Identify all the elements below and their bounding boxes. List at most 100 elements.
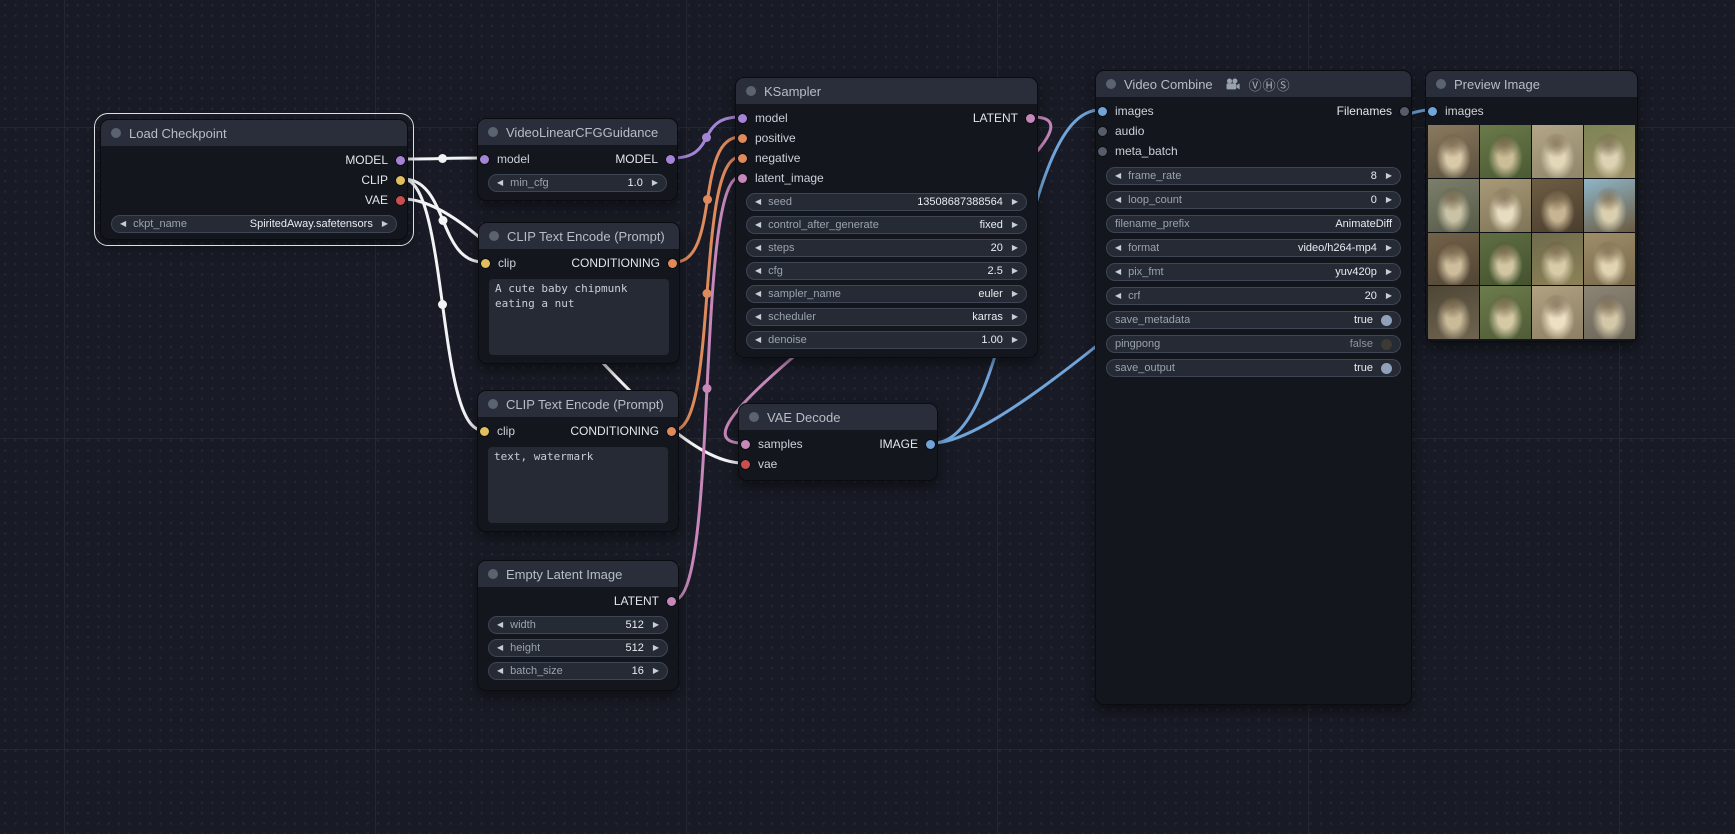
pix_fmt-widget[interactable]: ◀ pix_fmt yuv420p ▶	[1106, 263, 1401, 281]
decrement-arrow-icon[interactable]: ◀	[120, 220, 126, 228]
node-vae-decode[interactable]: VAE Decode samples IMAGE vae	[738, 403, 938, 481]
toggle-on-icon[interactable]	[1381, 362, 1392, 374]
increment-arrow-icon[interactable]: ▶	[653, 667, 659, 675]
collapse-dot-icon[interactable]	[1106, 79, 1116, 89]
decrement-arrow-icon[interactable]: ◀	[1115, 244, 1121, 252]
pingpong-widget[interactable]: pingpong false	[1106, 335, 1401, 353]
increment-arrow-icon[interactable]: ▶	[1386, 172, 1392, 180]
decrement-arrow-icon[interactable]: ◀	[1115, 292, 1121, 300]
decrement-arrow-icon[interactable]: ◀	[497, 667, 503, 675]
node-video-combine[interactable]: Video Combine ⓋⒽⓈ images Filenames audio meta…	[1095, 70, 1412, 705]
node-header[interactable]: CLIP Text Encode (Prompt)	[478, 391, 678, 417]
decrement-arrow-icon[interactable]: ◀	[1115, 196, 1121, 204]
node-header[interactable]: KSampler	[736, 78, 1037, 104]
frame_rate-widget[interactable]: ◀ frame_rate 8 ▶	[1106, 167, 1401, 185]
increment-arrow-icon[interactable]: ▶	[1012, 313, 1018, 321]
increment-arrow-icon[interactable]: ▶	[653, 644, 659, 652]
increment-arrow-icon[interactable]: ▶	[1012, 198, 1018, 206]
LATENT-output-port[interactable]	[1026, 113, 1035, 123]
increment-arrow-icon[interactable]: ▶	[1012, 244, 1018, 252]
node-empty-latent[interactable]: Empty Latent Image LATENT ◀ width 512 ▶ ◀ heigh…	[477, 560, 679, 691]
denoise-widget[interactable]: ◀ denoise 1.00 ▶	[746, 331, 1027, 349]
node-ksampler[interactable]: KSampler model LATENT positive negative laten…	[735, 77, 1038, 358]
crf-widget[interactable]: ◀ crf 20 ▶	[1106, 287, 1401, 305]
vae-input-port[interactable]	[741, 459, 750, 469]
increment-arrow-icon[interactable]: ▶	[1012, 336, 1018, 344]
LATENT-output-port[interactable]	[667, 596, 676, 606]
save_output-widget[interactable]: save_output true	[1106, 359, 1401, 377]
decrement-arrow-icon[interactable]: ◀	[1115, 268, 1121, 276]
node-video-cfg[interactable]: VideoLinearCFGGuidance model MODEL ◀ min_cfg…	[477, 118, 678, 201]
control_after_generate-widget[interactable]: ◀ control_after_generate fixed ▶	[746, 216, 1027, 234]
seed-widget[interactable]: ◀ seed 13508687388564 ▶	[746, 193, 1027, 211]
decrement-arrow-icon[interactable]: ◀	[755, 267, 761, 275]
node-header[interactable]: VideoLinearCFGGuidance	[478, 119, 677, 145]
decrement-arrow-icon[interactable]: ◀	[755, 336, 761, 344]
collapse-dot-icon[interactable]	[488, 127, 498, 137]
increment-arrow-icon[interactable]: ▶	[653, 621, 659, 629]
samples-input-port[interactable]	[741, 439, 750, 449]
IMAGE-output-port[interactable]	[926, 439, 935, 449]
increment-arrow-icon[interactable]: ▶	[1386, 196, 1392, 204]
link-midpoint-dot[interactable]	[438, 300, 447, 309]
node-clip-text-1[interactable]: CLIP Text Encode (Prompt) clip CONDITIONIN…	[478, 222, 680, 364]
VAE-output-port[interactable]	[396, 195, 405, 205]
decrement-arrow-icon[interactable]: ◀	[497, 644, 503, 652]
link-midpoint-dot[interactable]	[438, 216, 448, 225]
collapse-dot-icon[interactable]	[1436, 79, 1446, 89]
width-widget[interactable]: ◀ width 512 ▶	[488, 616, 668, 634]
height-widget[interactable]: ◀ height 512 ▶	[488, 639, 668, 657]
cfg-widget[interactable]: ◀ cfg 2.5 ▶	[746, 262, 1027, 280]
decrement-arrow-icon[interactable]: ◀	[497, 179, 503, 187]
model-input-port[interactable]	[480, 154, 489, 164]
latent_image-input-port[interactable]	[738, 173, 747, 183]
filename_prefix-widget[interactable]: filename_prefix AnimateDiff	[1106, 215, 1401, 233]
link-midpoint-dot[interactable]	[438, 154, 447, 163]
decrement-arrow-icon[interactable]: ◀	[755, 221, 761, 229]
MODEL-output-port[interactable]	[666, 154, 675, 164]
increment-arrow-icon[interactable]: ▶	[1386, 244, 1392, 252]
collapse-dot-icon[interactable]	[488, 399, 498, 409]
steps-widget[interactable]: ◀ steps 20 ▶	[746, 239, 1027, 257]
prompt-text-input[interactable]: A cute baby chipmunk eating a nut	[489, 279, 669, 355]
prompt-text-input[interactable]: text, watermark	[488, 447, 668, 523]
increment-arrow-icon[interactable]: ▶	[1012, 221, 1018, 229]
collapse-dot-icon[interactable]	[489, 231, 499, 241]
node-header[interactable]: Video Combine ⓋⒽⓈ	[1096, 71, 1411, 97]
Filenames-output-port[interactable]	[1400, 106, 1409, 116]
format-widget[interactable]: ◀ format video/h264-mp4 ▶	[1106, 239, 1401, 257]
save_metadata-widget[interactable]: save_metadata true	[1106, 311, 1401, 329]
images-input-port[interactable]	[1098, 106, 1107, 116]
batch_size-widget[interactable]: ◀ batch_size 16 ▶	[488, 662, 668, 680]
node-graph-canvas[interactable]: Load Checkpoint MODEL CLIP VAE ◀ ckpt_name Spi…	[0, 0, 1735, 834]
CLIP-output-port[interactable]	[396, 175, 405, 185]
node-header[interactable]: Preview Image	[1426, 71, 1637, 97]
node-clip-text-2[interactable]: CLIP Text Encode (Prompt) clip CONDITIONIN…	[477, 390, 679, 532]
node-load-checkpoint[interactable]: Load Checkpoint MODEL CLIP VAE ◀ ckpt_name Spi…	[94, 113, 414, 246]
decrement-arrow-icon[interactable]: ◀	[497, 621, 503, 629]
increment-arrow-icon[interactable]: ▶	[1012, 290, 1018, 298]
decrement-arrow-icon[interactable]: ◀	[755, 198, 761, 206]
increment-arrow-icon[interactable]: ▶	[382, 220, 388, 228]
link-midpoint-dot[interactable]	[702, 289, 712, 298]
clip-input-port[interactable]	[481, 258, 490, 268]
CONDITIONING-output-port[interactable]	[668, 258, 677, 268]
collapse-dot-icon[interactable]	[746, 86, 756, 96]
loop_count-widget[interactable]: ◀ loop_count 0 ▶	[1106, 191, 1401, 209]
collapse-dot-icon[interactable]	[749, 412, 759, 422]
increment-arrow-icon[interactable]: ▶	[652, 179, 658, 187]
images-input-port[interactable]	[1428, 106, 1437, 116]
MODEL-output-port[interactable]	[396, 155, 405, 165]
collapse-dot-icon[interactable]	[488, 569, 498, 579]
node-header[interactable]: Load Checkpoint	[101, 120, 407, 146]
CONDITIONING-output-port[interactable]	[667, 426, 676, 436]
decrement-arrow-icon[interactable]: ◀	[1115, 172, 1121, 180]
decrement-arrow-icon[interactable]: ◀	[755, 313, 761, 321]
audio-input-port[interactable]	[1098, 126, 1107, 136]
link-midpoint-dot[interactable]	[703, 195, 712, 204]
toggle-off-icon[interactable]	[1381, 338, 1392, 350]
node-header[interactable]: VAE Decode	[739, 404, 937, 430]
node-preview-image[interactable]: Preview Image images	[1425, 70, 1638, 342]
node-header[interactable]: Empty Latent Image	[478, 561, 678, 587]
increment-arrow-icon[interactable]: ▶	[1386, 268, 1392, 276]
